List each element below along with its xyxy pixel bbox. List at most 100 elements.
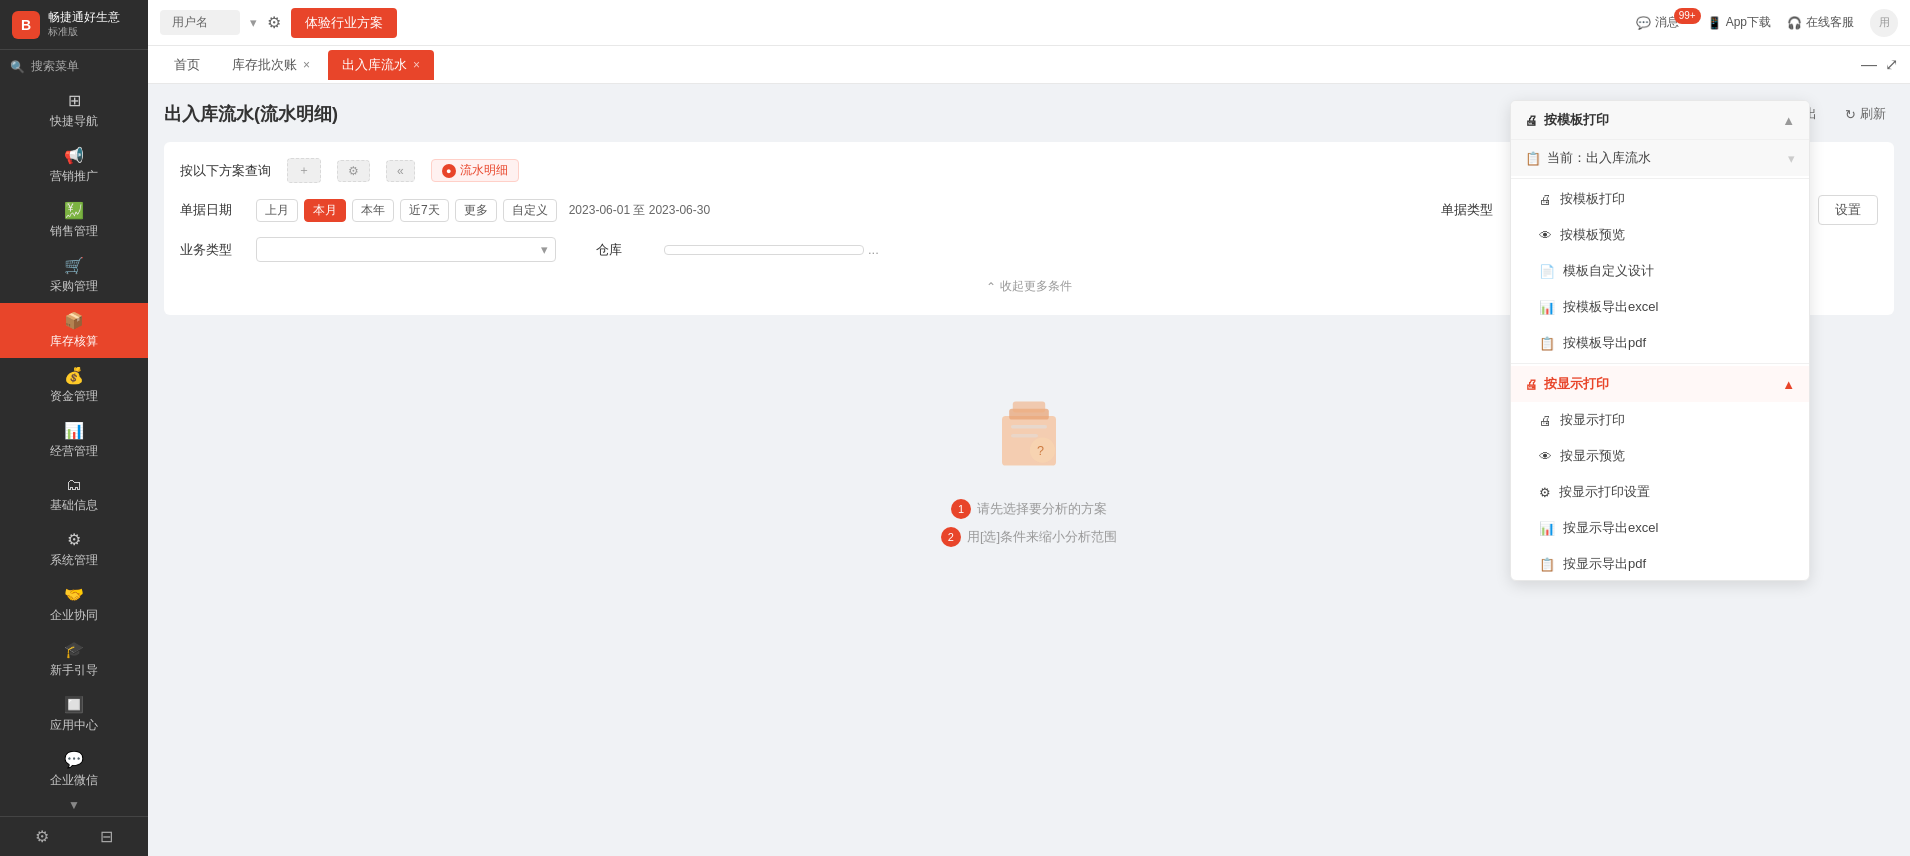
date-btn-group: 上月 本月 本年 近7天 更多 自定义 2023-06-01 至 2023-06… <box>256 199 710 222</box>
sidebar-nav-list: ⊞ 快捷导航 📢 营销推广 💹 销售管理 🛒 采购管理 📦 库存核算 💰 资金管… <box>0 83 148 794</box>
sidebar-item-inventory[interactable]: 📦 库存核算 <box>0 303 148 358</box>
filter-settings-btn[interactable]: ⚙ <box>337 160 370 182</box>
tab-maximize-btn[interactable]: ⤢ <box>1885 55 1898 74</box>
topbar-user[interactable]: 用户名 <box>160 10 240 35</box>
template-excel-icon: 📊 <box>1539 300 1555 315</box>
basic-icon: 🗂 <box>66 476 82 494</box>
sidebar-item-quick-nav[interactable]: ⊞ 快捷导航 <box>0 83 148 138</box>
date-btn-current-year[interactable]: 本年 <box>352 199 394 222</box>
tab-minimize-btn[interactable]: — <box>1861 55 1877 74</box>
warehouse-more-btn[interactable]: ... <box>868 242 879 257</box>
template-print-icon: 🖨 <box>1539 192 1552 207</box>
sidebar-item-purchase[interactable]: 🛒 采购管理 <box>0 248 148 303</box>
add-filter-btn[interactable]: ＋ <box>287 158 321 183</box>
user-avatar[interactable]: 用 <box>1870 9 1898 37</box>
svg-rect-4 <box>1011 434 1038 438</box>
dropdown-arrow-btn[interactable]: ▲ <box>1782 113 1795 128</box>
message-btn[interactable]: 💬 消息 99+ <box>1636 14 1691 31</box>
sidebar-collapse-icon[interactable]: ⊟ <box>100 827 113 846</box>
topbar-gear-icon[interactable]: ⚙ <box>267 13 281 32</box>
sidebar-item-finance[interactable]: 💰 资金管理 <box>0 358 148 413</box>
page-title: 出入库流水(流水明细) <box>164 102 338 126</box>
sidebar-item-sales[interactable]: 💹 销售管理 <box>0 193 148 248</box>
date-btn-last-month[interactable]: 上月 <box>256 199 298 222</box>
logo-text: 畅捷通好生意 标准版 <box>48 10 120 40</box>
date-btn-custom[interactable]: 自定义 <box>503 199 557 222</box>
dropdown-item-template-design[interactable]: 📄 模板自定义设计 <box>1511 253 1809 289</box>
dropdown-item-display-preview[interactable]: 👁 按显示预览 <box>1511 438 1809 474</box>
dropdown-item-template-pdf[interactable]: 📋 按模板导出pdf <box>1511 325 1809 361</box>
empty-step-1: 1 请先选择要分析的方案 <box>951 499 1107 519</box>
inventory-icon: 📦 <box>64 311 84 330</box>
sidebar-item-enterprise[interactable]: 🤝 企业协同 <box>0 577 148 632</box>
wechat-icon: 💬 <box>64 750 84 769</box>
date-label: 单据日期 <box>180 201 240 219</box>
step-2-num: 2 <box>941 527 961 547</box>
sidebar-item-wechat[interactable]: 💬 企业微信 <box>0 742 148 794</box>
display-preview-icon: 👁 <box>1539 449 1552 464</box>
app-icon: 📱 <box>1707 16 1722 30</box>
enterprise-icon: 🤝 <box>64 585 84 604</box>
type-label: 单据类型 <box>1441 201 1501 219</box>
display-section-icon: 🖨 <box>1525 377 1538 392</box>
sidebar-item-operation[interactable]: 📊 经营管理 <box>0 413 148 468</box>
dropdown-current-item[interactable]: 📋 当前：出入库流水 ▾ <box>1511 140 1809 176</box>
dropdown-item-display-print[interactable]: 🖨 按显示打印 <box>1511 402 1809 438</box>
collapse-icon: ⌃ <box>986 280 996 294</box>
sidebar-scroll-down[interactable]: ▼ <box>0 794 148 816</box>
sidebar-search[interactable]: 🔍 搜索菜单 <box>0 50 148 83</box>
dropdown-item-template-excel[interactable]: 📊 按模板导出excel <box>1511 289 1809 325</box>
tab-inventory-batch-close[interactable]: × <box>303 58 310 72</box>
empty-illustration: ? <box>984 389 1074 479</box>
divider-2 <box>1511 363 1809 364</box>
refresh-btn[interactable]: ↻ 刷新 <box>1837 101 1894 127</box>
date-range-text: 2023-06-01 至 2023-06-30 <box>569 202 710 219</box>
sidebar-item-marketing[interactable]: 📢 营销推广 <box>0 138 148 193</box>
system-icon: ⚙ <box>67 530 81 549</box>
warehouse-input[interactable] <box>664 245 864 255</box>
app-download-btn[interactable]: 📱 App下载 <box>1707 14 1771 31</box>
dropdown-item-template-print[interactable]: 🖨 按模板打印 <box>1511 181 1809 217</box>
settings-btn[interactable]: 设置 <box>1818 195 1878 225</box>
topbar: 用户名 ▾ ⚙ 体验行业方案 💬 消息 99+ 📱 App下载 🎧 在线客服 用 <box>148 0 1910 46</box>
tab-inventory-flow[interactable]: 出入库流水 × <box>328 50 434 80</box>
sidebar-item-system[interactable]: ⚙ 系统管理 <box>0 522 148 577</box>
purchase-icon: 🛒 <box>64 256 84 275</box>
flow-tag-icon: ● <box>442 164 456 178</box>
headset-icon: 🎧 <box>1787 16 1802 30</box>
dropdown-panel-header: 🖨 按模板打印 ▲ <box>1511 101 1809 140</box>
sidebar-bottom: ⚙ ⊟ <box>0 816 148 856</box>
template-design-icon: 📄 <box>1539 264 1555 279</box>
display-section-arrow: ▲ <box>1782 377 1795 392</box>
message-badge: 99+ <box>1674 8 1701 24</box>
filter-collapse-btn[interactable]: « <box>386 160 415 182</box>
marketing-icon: 📢 <box>64 146 84 165</box>
dropdown-item-display-settings[interactable]: ⚙ 按显示打印设置 <box>1511 474 1809 510</box>
trial-btn[interactable]: 体验行业方案 <box>291 8 397 38</box>
dropdown-display-section-header[interactable]: 🖨 按显示打印 ▲ <box>1511 366 1809 402</box>
tab-inventory-flow-close[interactable]: × <box>413 58 420 72</box>
warehouse-label: 仓库 <box>596 241 656 259</box>
topbar-user-dropdown-icon[interactable]: ▾ <box>250 15 257 30</box>
operation-icon: 📊 <box>64 421 84 440</box>
dropdown-item-template-preview[interactable]: 👁 按模板预览 <box>1511 217 1809 253</box>
dropdown-item-display-pdf[interactable]: 📋 按显示导出pdf <box>1511 546 1809 580</box>
collapse-more-btn[interactable]: ⌃ 收起更多条件 <box>978 274 1080 299</box>
tabs-bar: 首页 库存批次账 × 出入库流水 × — ⤢ <box>148 46 1910 84</box>
sidebar-item-appstore[interactable]: 🔲 应用中心 <box>0 687 148 742</box>
logo-icon: B <box>12 11 40 39</box>
date-btn-current-month[interactable]: 本月 <box>304 199 346 222</box>
print-dropdown-panel: 🖨 按模板打印 ▲ 📋 当前：出入库流水 ▾ 🖨 按模板打印 👁 按模板预览 📄… <box>1510 100 1810 581</box>
date-btn-more[interactable]: 更多 <box>455 199 497 222</box>
display-settings-icon: ⚙ <box>1539 485 1551 500</box>
sidebar-item-newbie[interactable]: 🎓 新手引导 <box>0 632 148 687</box>
sidebar-item-basic[interactable]: 🗂 基础信息 <box>0 468 148 522</box>
date-btn-7days[interactable]: 近7天 <box>400 199 449 222</box>
business-type-select[interactable] <box>256 237 556 262</box>
sidebar-settings-icon[interactable]: ⚙ <box>35 827 49 846</box>
online-service-btn[interactable]: 🎧 在线客服 <box>1787 14 1854 31</box>
tab-inventory-batch[interactable]: 库存批次账 × <box>218 50 324 80</box>
tab-home[interactable]: 首页 <box>160 50 214 80</box>
dropdown-item-display-excel[interactable]: 📊 按显示导出excel <box>1511 510 1809 546</box>
quick-nav-icon: ⊞ <box>68 91 81 110</box>
